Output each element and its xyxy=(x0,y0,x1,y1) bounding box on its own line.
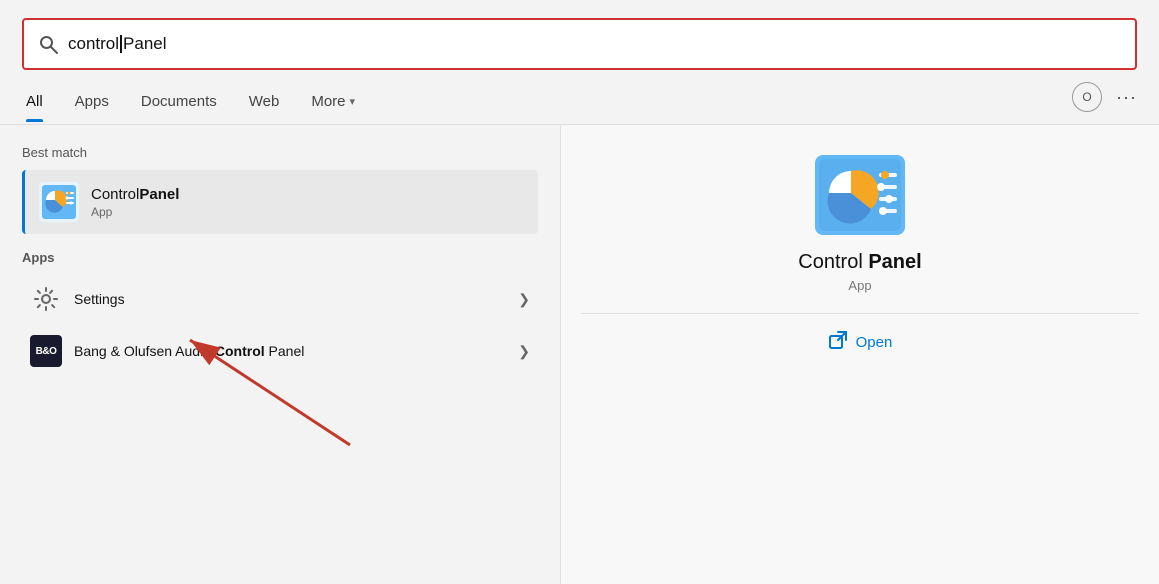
tabs-row: All Apps Documents Web More ▾ O ··· xyxy=(0,70,1159,125)
main-content: Best match xyxy=(0,125,1159,584)
tab-more-label: More xyxy=(311,93,345,110)
control-panel-icon-large xyxy=(815,155,905,235)
tabs-right: O ··· xyxy=(1072,82,1137,124)
right-panel-sub: App xyxy=(848,278,871,293)
search-box: controlPanel xyxy=(22,18,1137,70)
more-options-button[interactable]: ··· xyxy=(1116,87,1137,108)
search-icon xyxy=(38,34,58,54)
bno-name-bold: Control xyxy=(215,343,265,359)
bno-icon: B&O xyxy=(30,335,62,367)
best-match-text: ControlPanel App xyxy=(91,186,179,219)
chevron-down-icon: ▾ xyxy=(350,95,356,108)
settings-list-item[interactable]: Settings ❯ xyxy=(22,273,538,325)
bno-name-rest: Panel xyxy=(265,343,305,359)
best-match-name: ControlPanel xyxy=(91,186,179,203)
best-match-name-plain: Control xyxy=(91,186,139,203)
right-title-plain: Control xyxy=(798,251,868,273)
chevron-right-icon-2: ❯ xyxy=(518,343,530,360)
open-button[interactable]: Open xyxy=(828,330,893,355)
right-title-bold: Panel xyxy=(868,251,921,273)
best-match-label: Best match xyxy=(22,145,538,160)
settings-name: Settings xyxy=(74,291,518,307)
apps-section-label: Apps xyxy=(22,250,538,265)
right-panel-title: Control Panel xyxy=(798,251,921,274)
tab-documents[interactable]: Documents xyxy=(125,85,233,122)
bno-name: Bang & Olufsen Audio Control Panel xyxy=(74,343,518,359)
open-label: Open xyxy=(856,334,893,351)
tab-all[interactable]: All xyxy=(22,85,59,122)
tab-web[interactable]: Web xyxy=(233,85,296,122)
bno-list-item[interactable]: B&O Bang & Olufsen Audio Control Panel ❯ xyxy=(22,325,538,377)
best-match-sub: App xyxy=(91,205,179,219)
bno-name-plain: Bang & Olufsen Audio xyxy=(74,343,215,359)
best-match-item[interactable]: ControlPanel App xyxy=(22,170,538,234)
search-text-before: control xyxy=(68,34,119,54)
right-divider xyxy=(581,313,1139,314)
right-panel: Control Panel App Open xyxy=(560,125,1159,584)
search-mode-button[interactable]: O xyxy=(1072,82,1102,112)
tab-more[interactable]: More ▾ xyxy=(295,85,371,122)
left-panel: Best match xyxy=(0,125,560,584)
tab-apps[interactable]: Apps xyxy=(59,85,125,122)
search-text-after: Panel xyxy=(123,34,166,54)
best-match-name-bold: Panel xyxy=(139,186,179,203)
control-panel-icon-small xyxy=(39,182,79,222)
open-external-icon xyxy=(828,330,848,355)
settings-icon xyxy=(30,283,62,315)
chevron-right-icon: ❯ xyxy=(518,291,530,308)
search-container: controlPanel xyxy=(0,0,1159,70)
search-input[interactable]: controlPanel xyxy=(68,34,167,54)
